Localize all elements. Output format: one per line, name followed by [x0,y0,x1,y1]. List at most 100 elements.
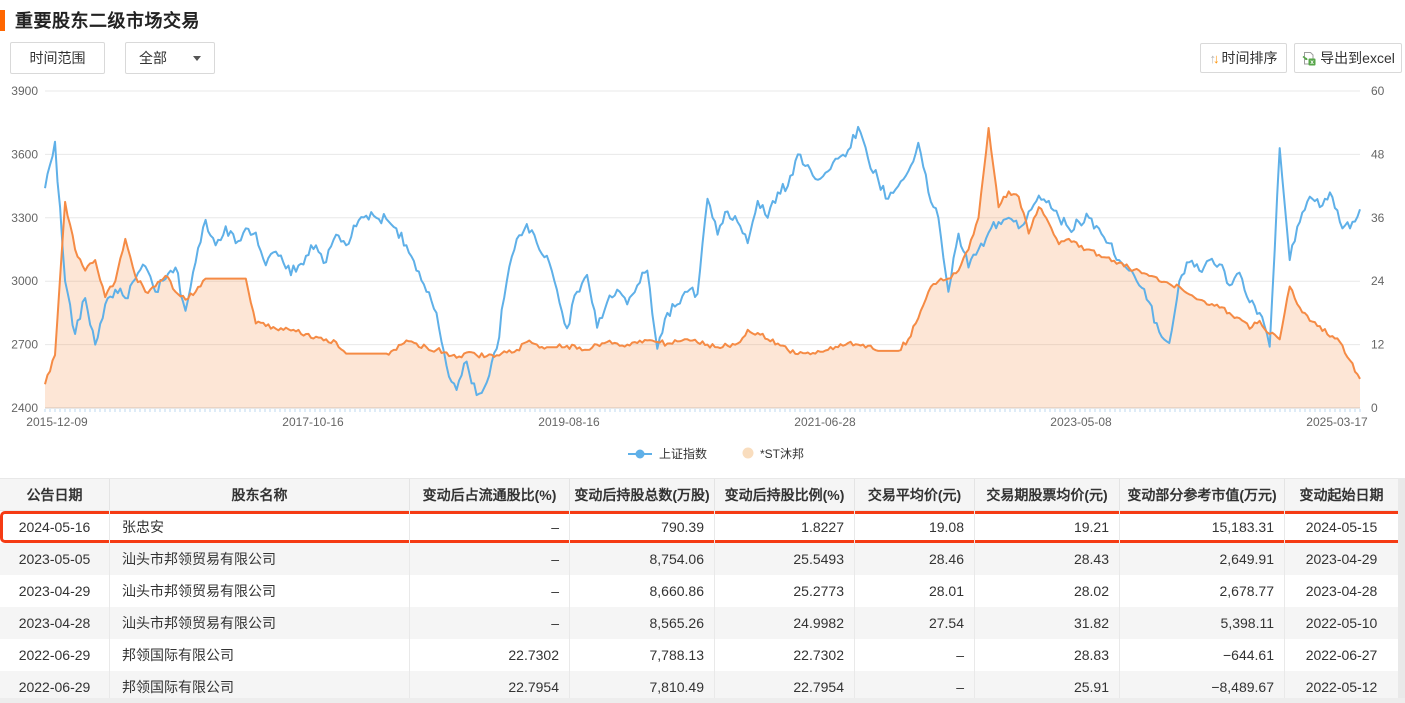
table-cell: 2022-05-10 [1305,615,1378,631]
table-cell: 7,788.13 [570,639,715,671]
x-axis-tick-label: 2023-05-08 [1050,415,1112,429]
x-axis-tick-label: 2015-12-09 [26,415,88,429]
table-cell: 汕头市邦领贸易有限公司 [110,543,410,575]
filter-selected-value: 全部 [139,50,167,66]
vertical-scrollbar[interactable] [1398,478,1405,703]
table-cell: 2024-05-16 [0,511,110,543]
table-row[interactable]: 2023-05-05 汕头市邦领贸易有限公司 –8,754.06 25.5493 28.… [0,543,1405,575]
table-cell: 15,183.31 [1120,511,1285,543]
table-cell: 28.83 [975,639,1120,671]
column-header: 变动后持股比例(%) [715,479,855,510]
title-accent-bar [0,9,5,31]
table-cell: 5,398.11 [1120,607,1285,639]
table-cell: 2023-04-29 [0,575,110,607]
table-cell: 28.43 [975,543,1120,575]
table-cell: 8,565.26 [570,607,715,639]
table-body: 2024-05-16 张忠安 –790.39 1.8227 19.08 19.21 15,1… [0,511,1405,703]
table-cell: 22.7302 [410,639,570,671]
stock-legend-marker [742,447,754,459]
page-header: 重要股东二级市场交易 [0,8,200,32]
table-cell: 2023-04-28 [0,607,110,639]
right-axis-tick-label: 48 [1371,147,1385,161]
table-cell: 2022-06-27 [1305,647,1378,663]
shareholder-table: 公告日期 股东名称 变动后占流通股比(%) 变动后持股总数(万股) 变动后持股比例(%)… [0,478,1405,703]
column-header: 股东名称 [110,479,410,510]
table-cell: 28.02 [975,575,1120,607]
right-axis-tick-label: 60 [1371,85,1385,98]
right-axis-tick-label: 0 [1371,401,1378,415]
table-cell: 28.01 [855,575,975,607]
table-row[interactable]: 2023-04-28 汕头市邦领贸易有限公司 –8,565.26 24.9982 27.… [0,607,1405,639]
x-axis-tick-label: 2021-06-28 [794,415,856,429]
right-axis-tick-label: 12 [1371,338,1385,352]
page-title: 重要股东二级市场交易 [15,11,200,31]
stock-area-fill [45,128,1360,408]
time-range-button[interactable]: 时间范围 [10,42,105,74]
time-sort-button[interactable]: ↑↓ 时间排序 [1200,43,1287,73]
shareholder-trading-chart: 3900 60 3600 48 3300 36 3000 24 2700 12 2400 0 2015-… [11,85,1385,461]
table-cell: 2024-05-15 [1305,519,1378,535]
table-header-row: 公告日期 股东名称 变动后占流通股比(%) 变动后持股总数(万股) 变动后持股比例(%)… [0,478,1405,511]
table-cell: 邦领国际有限公司 [110,639,410,671]
table-cell: – [410,575,570,607]
table-cell: 22.7302 [715,639,855,671]
time-range-label: 时间范围 [29,50,86,66]
table-cell: 25.5493 [715,543,855,575]
column-header: 交易平均价(元) [855,479,975,510]
left-axis-tick-label: 3600 [11,147,38,161]
sort-arrows-icon: ↑↓ [1209,50,1220,66]
x-axis-tick-label: 2017-10-16 [282,415,344,429]
column-header: 变动后占流通股比(%) [410,479,570,510]
table-cell: 28.46 [855,543,975,575]
table-cell: 2,678.77 [1120,575,1285,607]
horizontal-scrollbar[interactable] [0,698,1405,703]
table-cell: 19.21 [975,511,1120,543]
column-header: 公告日期 [0,479,110,510]
table-cell: 2,649.91 [1120,543,1285,575]
export-excel-button[interactable]: x 导出到excel [1294,43,1402,73]
left-axis-tick-label: 3000 [11,274,38,288]
x-axis-tick-label: 2025-03-17 [1306,415,1368,429]
table-cell: – [855,639,975,671]
excel-export-icon: x [1301,51,1316,66]
table-cell: −644.61 [1120,639,1285,671]
table-cell: 8,660.86 [570,575,715,607]
chevron-down-icon [193,55,201,61]
table-cell: 张忠安 [110,511,410,543]
left-axis-tick-label: 2400 [11,401,38,415]
table-cell: 2023-05-05 [0,543,110,575]
table-row-highlighted[interactable]: 2024-05-16 张忠安 –790.39 1.8227 19.08 19.21 15,1… [0,511,1405,543]
legend-label-index[interactable]: 上证指数 [659,446,707,461]
table-cell: 24.9982 [715,607,855,639]
left-axis-tick-label: 3300 [11,211,38,225]
table-cell: 汕头市邦领贸易有限公司 [110,607,410,639]
time-sort-label: 时间排序 [1221,50,1278,66]
column-header: 变动起始日期 [1299,486,1384,503]
table-cell: – [410,607,570,639]
left-axis-tick-label: 2700 [11,338,38,352]
left-axis-tick-label: 3900 [11,85,38,98]
column-header: 交易期股票均价(元) [975,479,1120,510]
table-cell: 25.2773 [715,575,855,607]
table-cell: 19.08 [855,511,975,543]
table-cell: 2023-04-28 [1305,583,1378,599]
table-cell: 2023-04-29 [1305,551,1378,567]
table-row[interactable]: 2023-04-29 汕头市邦领贸易有限公司 –8,660.86 25.2773 28.… [0,575,1405,607]
filter-dropdown[interactable]: 全部 [125,42,215,74]
right-axis-tick-label: 24 [1371,274,1385,288]
legend-label-stock[interactable]: *ST沐邦 [760,447,804,461]
column-header: 变动部分参考市值(万元) [1120,479,1285,510]
table-cell: 27.54 [855,607,975,639]
table-cell: 2022-06-29 [0,639,110,671]
svg-text:x: x [1310,59,1314,66]
x-axis-tick-label: 2019-08-16 [538,415,600,429]
table-cell: 汕头市邦领贸易有限公司 [110,575,410,607]
table-cell: – [410,543,570,575]
shareholder-trading-page: 重要股东二级市场交易 时间范围 全部 ↑↓ 时间排序 x 导出到excel 39… [0,0,1405,703]
table-cell: 790.39 [570,511,715,543]
index-legend-marker [635,449,645,459]
export-excel-label: 导出到excel [1320,50,1395,66]
table-row[interactable]: 2022-06-29 邦领国际有限公司 22.7302 7,788.13 22.7302… [0,639,1405,671]
column-header: 变动后持股总数(万股) [570,479,715,510]
right-axis-tick-label: 36 [1371,211,1385,225]
